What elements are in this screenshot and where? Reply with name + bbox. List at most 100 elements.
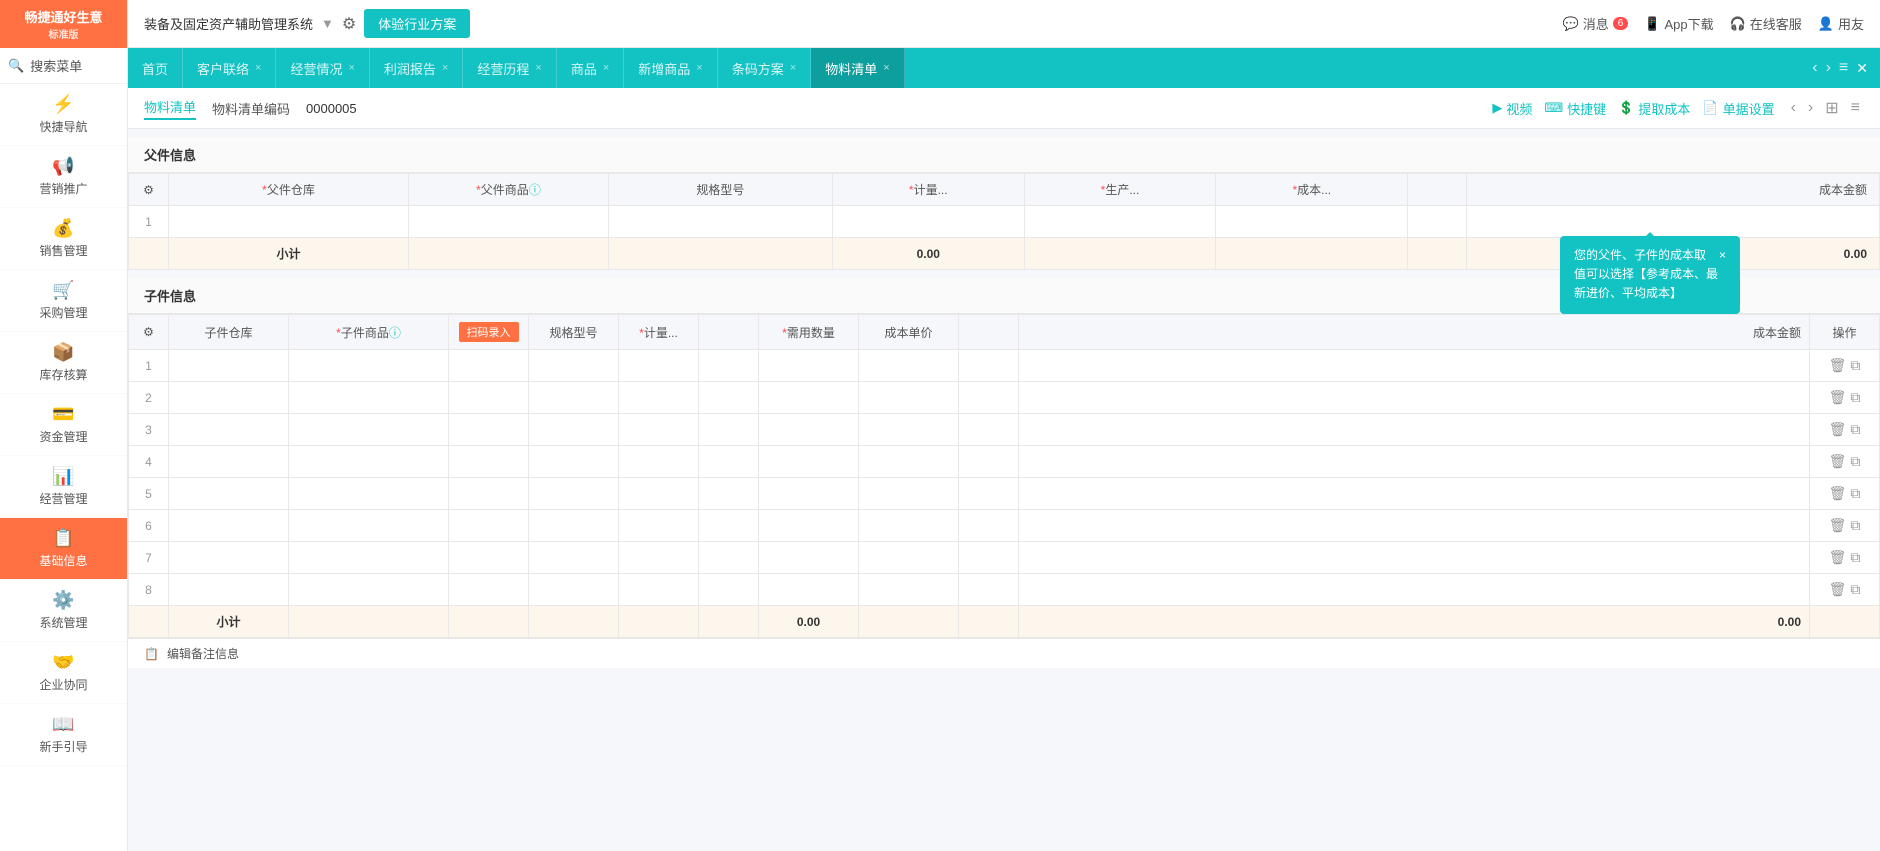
child-row-2-qty[interactable] (759, 382, 859, 414)
copy-icon-6[interactable]: ⧉ (1850, 517, 1860, 534)
tab-barcode[interactable]: 条码方案 × (718, 48, 811, 88)
child-row-3-price[interactable] (859, 414, 959, 446)
sidebar-item-operations[interactable]: 📊 经营管理 (0, 456, 127, 518)
child-row-4-product[interactable] (289, 446, 449, 478)
tab-product[interactable]: 商品 × (557, 48, 624, 88)
child-row-7-spec[interactable] (529, 542, 619, 574)
search-menu-item[interactable]: 🔍 搜索菜单 (0, 48, 127, 84)
nav-close-icon[interactable]: ✕ (1852, 60, 1872, 77)
child-row-7-price[interactable] (859, 542, 959, 574)
sub-tab-bom-code[interactable]: 物料清单编码 (212, 99, 290, 118)
action-video[interactable]: ▶ 视频 (1492, 99, 1532, 118)
copy-icon-7[interactable]: ⧉ (1850, 549, 1860, 566)
child-row-6-qty[interactable] (759, 510, 859, 542)
sidebar-item-marketing[interactable]: 📢 营销推广 (0, 146, 127, 208)
delete-icon-2[interactable]: 🗑 (1829, 389, 1847, 406)
action-get-cost[interactable]: 💲 提取成本 (1618, 99, 1690, 118)
tooltip-close-btn[interactable]: × (1719, 246, 1726, 265)
parent-row-1-product[interactable] (408, 206, 608, 238)
child-row-4-spec[interactable] (529, 446, 619, 478)
delete-icon-5[interactable]: 🗑 (1829, 485, 1847, 502)
child-row-3-warehouse[interactable] (169, 414, 289, 446)
tab-barcode-close[interactable]: × (790, 62, 796, 74)
tab-product-close[interactable]: × (603, 62, 609, 74)
copy-icon-4[interactable]: ⧉ (1850, 453, 1860, 470)
tab-bom[interactable]: 物料清单 × (811, 48, 904, 88)
delete-icon-4[interactable]: 🗑 (1829, 453, 1847, 470)
child-row-6-warehouse[interactable] (169, 510, 289, 542)
nav-prev-icon[interactable]: ‹ (1808, 59, 1821, 77)
parent-row-1-producer[interactable] (1024, 206, 1216, 238)
child-row-8-unit[interactable] (619, 574, 699, 606)
tab-customer[interactable]: 客户联络 × (183, 48, 276, 88)
child-row-8-qty[interactable] (759, 574, 859, 606)
next-record-icon[interactable]: › (1804, 97, 1817, 119)
child-row-7-qty[interactable] (759, 542, 859, 574)
copy-icon-1[interactable]: ⧉ (1850, 357, 1860, 374)
parent-th-settings[interactable]: ⚙ (129, 174, 169, 206)
child-row-7-product[interactable] (289, 542, 449, 574)
child-row-2-price[interactable] (859, 382, 959, 414)
sidebar-item-inventory[interactable]: 📦 库存核算 (0, 332, 127, 394)
copy-icon-8[interactable]: ⧉ (1850, 581, 1860, 598)
child-row-1-spec[interactable] (529, 350, 619, 382)
child-row-5-spec[interactable] (529, 478, 619, 510)
sidebar-item-system[interactable]: ⚙️ 系统管理 (0, 580, 127, 642)
child-row-2-product[interactable] (289, 382, 449, 414)
message-item[interactable]: 💬 消息 6 (1563, 14, 1629, 33)
tab-profit-close[interactable]: × (442, 62, 448, 74)
tab-new-product[interactable]: 新增商品 × (624, 48, 717, 88)
tab-operations[interactable]: 经营情况 × (276, 48, 369, 88)
copy-icon-5[interactable]: ⧉ (1850, 485, 1860, 502)
parent-row-1-unit[interactable] (832, 206, 1024, 238)
parent-row-1-cost[interactable] (1216, 206, 1408, 238)
sidebar-item-finance[interactable]: 💳 资金管理 (0, 394, 127, 456)
child-row-1-product[interactable] (289, 350, 449, 382)
child-row-2-unit[interactable] (619, 382, 699, 414)
nav-menu-icon[interactable]: ≡ (1835, 59, 1852, 77)
child-row-4-price[interactable] (859, 446, 959, 478)
child-row-2-spec[interactable] (529, 382, 619, 414)
tab-home[interactable]: 首页 (128, 48, 183, 88)
sidebar-item-purchase[interactable]: 🛒 采购管理 (0, 270, 127, 332)
tab-profit[interactable]: 利润报告 × (370, 48, 463, 88)
action-single-setting[interactable]: 📄 单据设置 (1702, 99, 1774, 118)
settings-gear-icon[interactable]: ⚙ (342, 14, 356, 34)
online-service-item[interactable]: 🎧 在线客服 (1730, 14, 1802, 33)
child-row-6-spec[interactable] (529, 510, 619, 542)
child-row-6-unit[interactable] (619, 510, 699, 542)
child-row-3-unit[interactable] (619, 414, 699, 446)
copy-icon-3[interactable]: ⧉ (1850, 421, 1860, 438)
child-th-settings[interactable]: ⚙ (129, 315, 169, 350)
child-row-6-price[interactable] (859, 510, 959, 542)
child-row-5-warehouse[interactable] (169, 478, 289, 510)
nav-next-icon[interactable]: › (1822, 59, 1835, 77)
child-row-2-warehouse[interactable] (169, 382, 289, 414)
scan-button[interactable]: 扫码录入 (459, 322, 519, 342)
prev-record-icon[interactable]: ‹ (1787, 97, 1800, 119)
child-row-3-product[interactable] (289, 414, 449, 446)
sidebar-item-sales[interactable]: 💰 销售管理 (0, 208, 127, 270)
child-row-6-product[interactable] (289, 510, 449, 542)
child-row-5-product[interactable] (289, 478, 449, 510)
child-row-8-product[interactable] (289, 574, 449, 606)
sidebar-item-enterprise[interactable]: 🤝 企业协同 (0, 642, 127, 704)
child-row-1-warehouse[interactable] (169, 350, 289, 382)
child-row-3-spec[interactable] (529, 414, 619, 446)
child-row-4-qty[interactable] (759, 446, 859, 478)
child-row-8-spec[interactable] (529, 574, 619, 606)
user-item[interactable]: 👤 用友 (1818, 14, 1864, 33)
tab-new-product-close[interactable]: × (696, 62, 702, 74)
action-shortcut[interactable]: ⌨ 快捷键 (1544, 99, 1606, 118)
child-row-1-price[interactable] (859, 350, 959, 382)
sub-tab-bom-list[interactable]: 物料清单 (144, 97, 196, 120)
parent-row-1-warehouse[interactable] (169, 206, 409, 238)
child-row-4-unit[interactable] (619, 446, 699, 478)
sidebar-item-guide[interactable]: 📖 新手引导 (0, 704, 127, 766)
delete-icon-6[interactable]: 🗑 (1829, 517, 1847, 534)
child-row-5-qty[interactable] (759, 478, 859, 510)
copy-icon-2[interactable]: ⧉ (1850, 389, 1860, 406)
list-view-icon[interactable]: ≡ (1847, 97, 1864, 119)
tab-bom-close[interactable]: × (883, 62, 889, 74)
delete-icon-3[interactable]: 🗑 (1829, 421, 1847, 438)
